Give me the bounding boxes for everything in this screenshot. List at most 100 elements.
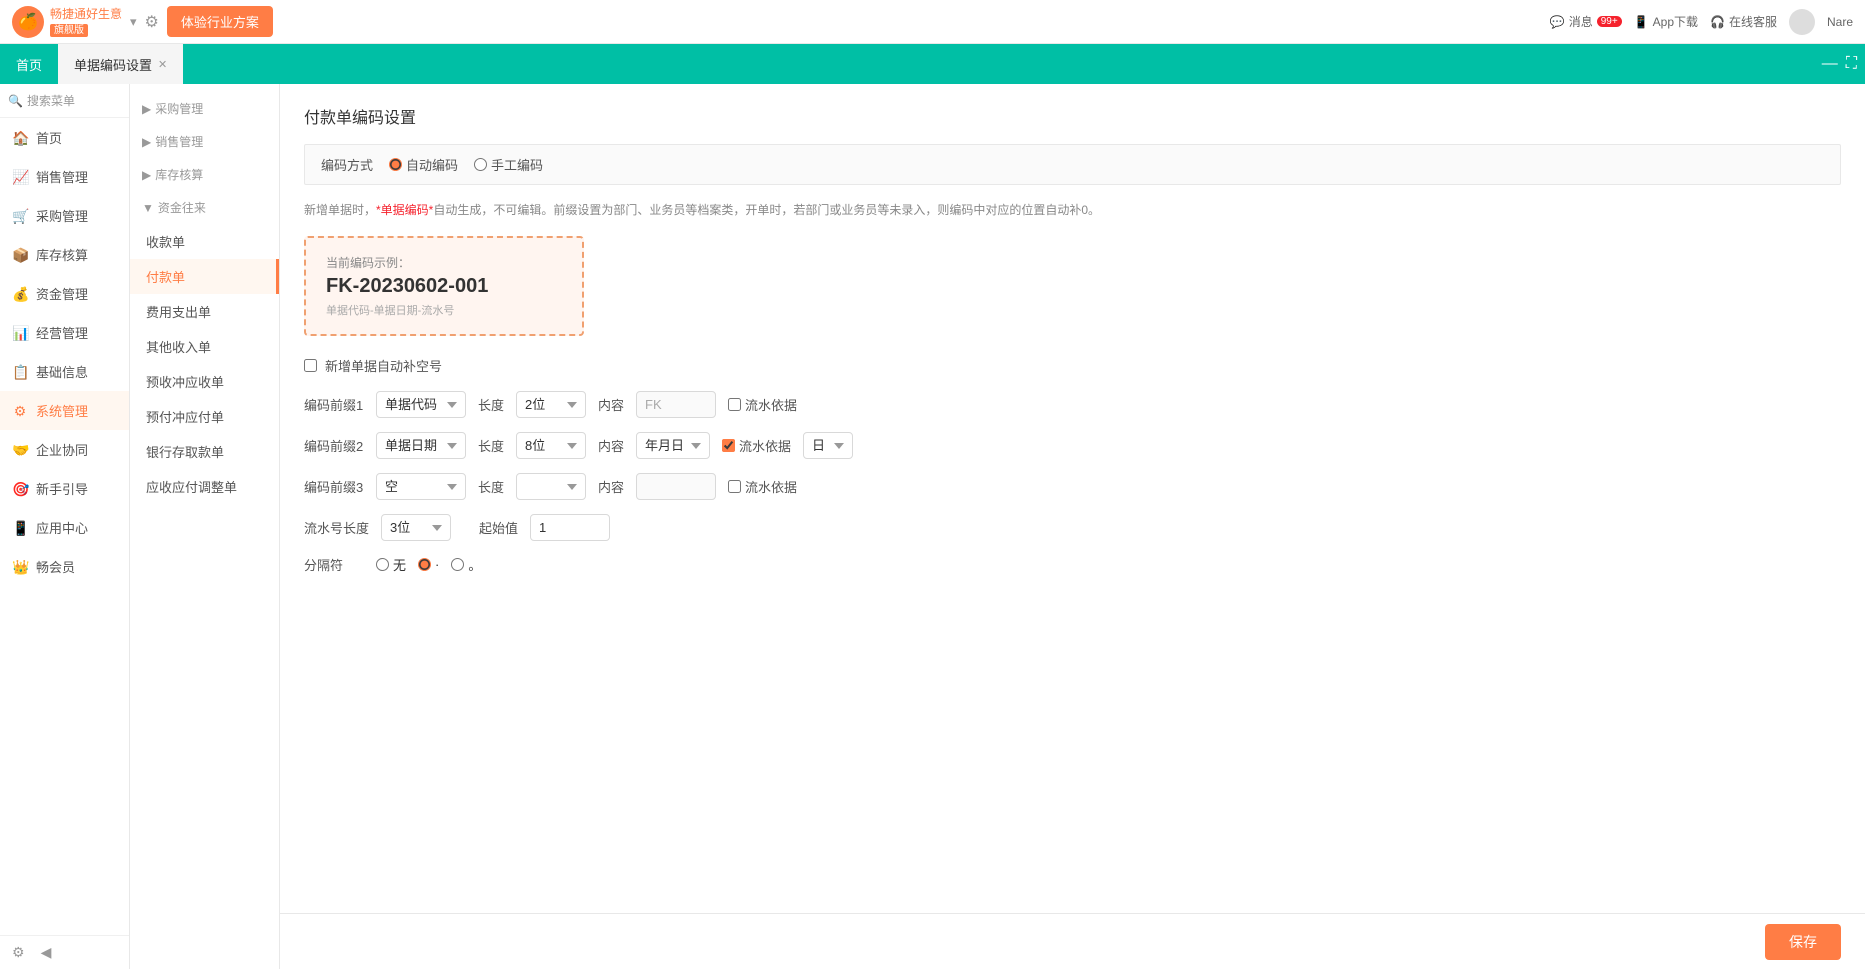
separator-dot-label[interactable]: · (418, 557, 439, 572)
sidebar-item-finance[interactable]: 💰 资金管理 (0, 274, 129, 313)
prefix2-serial-label[interactable]: 流水依据 (722, 436, 791, 455)
finance-icon: 💰 (12, 286, 28, 302)
sidebar-item-app[interactable]: 📱 应用中心 (0, 508, 129, 547)
app-download-button[interactable]: 📱 App下载 (1634, 13, 1698, 30)
inventory-icon: 📦 (12, 247, 28, 263)
nav-dropdown-icon[interactable]: ▾ (130, 14, 137, 30)
separator-other-label[interactable]: 。 (451, 555, 481, 574)
footer-bar: 保存 (280, 913, 1865, 969)
prefix3-serial-checkbox[interactable] (728, 480, 741, 493)
online-service-button[interactable]: 🎧 在线客服 (1710, 13, 1777, 30)
sub-item-expense[interactable]: 费用支出单 (130, 294, 279, 329)
avatar[interactable] (1789, 9, 1815, 35)
nav-settings-icon[interactable]: ⚙ (145, 12, 159, 32)
start-value-input[interactable] (530, 514, 610, 541)
app-center-icon: 📱 (12, 520, 28, 536)
auto-radio[interactable] (389, 158, 402, 171)
expand-icon[interactable]: ⛶ (1846, 55, 1857, 73)
sidebar-item-enterprise[interactable]: 🤝 企业协同 (0, 430, 129, 469)
chevron-right-icon2: ▶ (142, 135, 151, 149)
prefix3-serial-label[interactable]: 流水依据 (728, 477, 797, 496)
prefix2-serial-checkbox[interactable] (722, 439, 735, 452)
auto-fill-row: 新增单据自动补空号 (304, 356, 1841, 375)
sidebar-item-sales[interactable]: 📈 销售管理 (0, 157, 129, 196)
serial-settings-tab-label: 单据编码设置 (74, 55, 152, 74)
tab-bar-right: — ⛶ (1822, 55, 1865, 73)
prefix3-select[interactable]: 空 单据代码 单据日期 (376, 473, 466, 500)
prefix1-row: 编码前缀1 单据代码 单据日期 空 长度 2位 4位 6位 8位 内容 流水依据 (304, 391, 1841, 418)
sidebar-item-vip[interactable]: 👑 畅会员 (0, 547, 129, 586)
sub-item-bank-deposit[interactable]: 银行存取款单 (130, 434, 279, 469)
prefix2-length-label: 长度 (478, 436, 504, 455)
capital-flow-group[interactable]: ▼ 资金往来 (130, 191, 279, 224)
prefix3-length-select[interactable] (516, 473, 586, 500)
tab-serial-settings[interactable]: 单据编码设置 ✕ (58, 44, 183, 84)
prefix2-select[interactable]: 单据日期 单据代码 空 (376, 432, 466, 459)
serial-length-row: 流水号长度 3位 4位 5位 6位 起始值 (304, 514, 1841, 541)
manual-radio[interactable] (474, 158, 487, 171)
home-icon: 🏠 (12, 130, 28, 146)
code-preview-desc: 单据代码-单据日期-流水号 (326, 302, 562, 318)
purchase-mgmt-group[interactable]: ▶ 采购管理 (130, 92, 279, 125)
minimize-icon[interactable]: — (1822, 55, 1838, 73)
sidebar-item-home[interactable]: 🏠 首页 (0, 118, 129, 157)
app-icon: 📱 (1634, 15, 1649, 29)
sub-item-payment[interactable]: 付款单 (130, 259, 279, 294)
sidebar-item-inventory[interactable]: 📦 库存核算 (0, 235, 129, 274)
separator-other-radio[interactable] (451, 558, 464, 571)
top-bar-left: 🍊 畅捷通好生意 旗舰版 ▾ ⚙ 体验行业方案 (12, 6, 273, 38)
prefix1-content-label: 内容 (598, 395, 624, 414)
tab-home[interactable]: 首页 (0, 44, 58, 84)
separator-dot-radio[interactable] (418, 558, 431, 571)
prefix2-period-select[interactable]: 日 月 年 (803, 432, 853, 459)
main-layout: 🔍 搜索菜单 🏠 首页 📈 销售管理 🛒 采购管理 📦 库存核算 💰 (0, 84, 1865, 969)
separator-label: 分隔符 (304, 555, 364, 574)
system-icon: ⚙ (12, 403, 28, 419)
sub-item-other-income[interactable]: 其他收入单 (130, 329, 279, 364)
sidebar-item-base[interactable]: 📋 基础信息 (0, 352, 129, 391)
radio-group: 自动编码 手工编码 (389, 155, 543, 174)
sidebar-search[interactable]: 🔍 搜索菜单 (0, 84, 129, 118)
collapse-icon[interactable]: ◀ (41, 944, 52, 961)
tab-close-icon[interactable]: ✕ (158, 58, 167, 71)
home-tab-label: 首页 (16, 55, 42, 74)
inventory-calc-group[interactable]: ▶ 库存核算 (130, 158, 279, 191)
sidebar-item-purchase[interactable]: 🛒 采购管理 (0, 196, 129, 235)
save-button[interactable]: 保存 (1765, 924, 1841, 960)
sidebar-item-guide[interactable]: 🎯 新手引导 (0, 469, 129, 508)
separator-none-label[interactable]: 无 (376, 555, 406, 574)
sub-item-prepay-receivable[interactable]: 预收冲应收单 (130, 364, 279, 399)
prefix1-serial-label[interactable]: 流水依据 (728, 395, 797, 414)
prefix1-select[interactable]: 单据代码 单据日期 空 (376, 391, 466, 418)
prefix2-content-select[interactable]: 年月日 年月 年 (636, 432, 710, 459)
sub-item-prepay-payable[interactable]: 预付冲应付单 (130, 399, 279, 434)
prefix3-label: 编码前缀3 (304, 477, 364, 496)
settings-icon[interactable]: ⚙ (12, 944, 25, 961)
auto-radio-label[interactable]: 自动编码 (389, 155, 458, 174)
sales-mgmt-group[interactable]: ▶ 销售管理 (130, 125, 279, 158)
prefix1-serial-checkbox[interactable] (728, 398, 741, 411)
prefix3-content-input[interactable] (636, 473, 716, 500)
serial-length-select[interactable]: 3位 4位 5位 6位 (381, 514, 451, 541)
code-preview-label: 当前编码示例： (326, 254, 562, 271)
prefix1-length-select[interactable]: 2位 4位 6位 8位 (516, 391, 586, 418)
separator-none-radio[interactable] (376, 558, 389, 571)
prefix1-label: 编码前缀1 (304, 395, 364, 414)
logo-text: 畅捷通好生意 旗舰版 (50, 7, 122, 36)
sidebar-item-operations[interactable]: 📊 经营管理 (0, 313, 129, 352)
auto-fill-label: 新增单据自动补空号 (325, 356, 442, 375)
prefix2-length-select[interactable]: 8位 4位 6位 (516, 432, 586, 459)
base-icon: 📋 (12, 364, 28, 380)
vip-icon: 👑 (12, 559, 28, 575)
prefix1-content-input[interactable] (636, 391, 716, 418)
messages-button[interactable]: 💬 消息 99+ (1550, 13, 1622, 30)
sub-item-receipt[interactable]: 收款单 (130, 224, 279, 259)
sidebar-item-system[interactable]: ⚙ 系统管理 (0, 391, 129, 430)
logo-area: 🍊 畅捷通好生意 旗舰版 (12, 6, 122, 38)
sub-item-adj[interactable]: 应收应付调整单 (130, 469, 279, 504)
experience-button[interactable]: 体验行业方案 (167, 6, 273, 37)
prefix3-row: 编码前缀3 空 单据代码 单据日期 长度 内容 流水依据 (304, 473, 1841, 500)
manual-radio-label[interactable]: 手工编码 (474, 155, 543, 174)
auto-fill-checkbox[interactable] (304, 359, 317, 372)
nav-controls: ▾ ⚙ (130, 12, 159, 32)
